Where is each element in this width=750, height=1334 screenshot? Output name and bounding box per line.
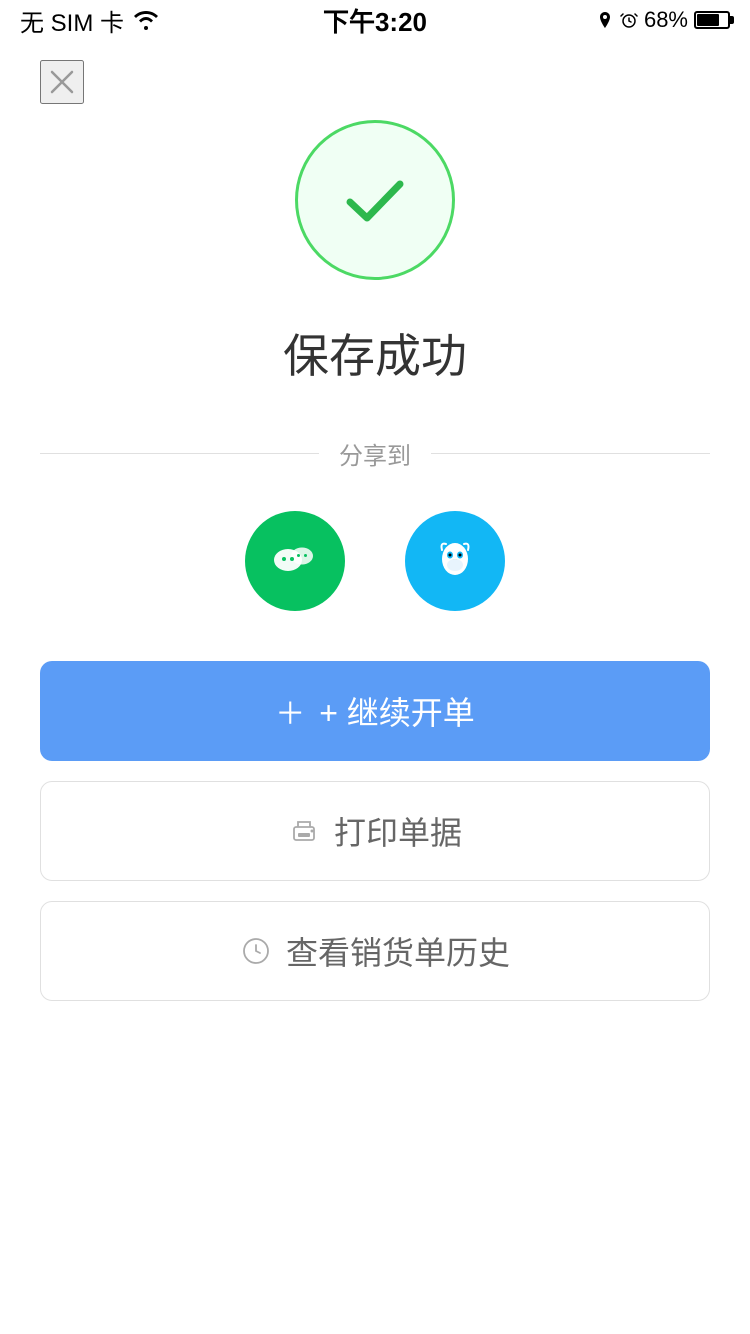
success-title: 保存成功 xyxy=(283,320,467,386)
location-icon xyxy=(596,11,614,29)
print-button[interactable]: 打印单据 xyxy=(40,781,710,881)
alarm-icon xyxy=(620,11,638,29)
share-icons xyxy=(245,511,505,611)
history-icon xyxy=(240,935,272,967)
continue-order-button[interactable]: ＋ + 继续开单 xyxy=(40,661,710,761)
action-buttons: ＋ + 继续开单 打印单据 查看销货单历史 xyxy=(40,661,710,1001)
status-left: 无 SIM 卡 xyxy=(20,3,160,38)
share-section: 分享到 xyxy=(40,436,710,611)
continue-order-label: + 继续开单 xyxy=(319,688,475,734)
divider-right xyxy=(431,453,710,454)
battery-text: 68% xyxy=(644,7,688,33)
divider-row: 分享到 xyxy=(40,436,710,471)
history-label: 查看销货单历史 xyxy=(286,928,510,974)
print-label: 打印单据 xyxy=(334,808,462,854)
plus-icon: ＋ xyxy=(275,689,305,733)
divider-left xyxy=(40,453,319,454)
status-bar: 无 SIM 卡 下午3:20 68% xyxy=(0,0,750,40)
checkmark-icon xyxy=(335,160,415,240)
wechat-share-button[interactable] xyxy=(245,511,345,611)
no-sim-text: 无 SIM 卡 xyxy=(20,3,124,38)
success-icon-circle xyxy=(295,120,455,280)
history-button[interactable]: 查看销货单历史 xyxy=(40,901,710,1001)
print-icon xyxy=(288,815,320,847)
battery-icon xyxy=(694,11,730,29)
status-time: 下午3:20 xyxy=(323,2,427,39)
wifi-icon xyxy=(132,10,160,30)
main-content: 保存成功 分享到 xyxy=(0,40,750,1334)
wechat-icon xyxy=(266,532,324,590)
qq-share-button[interactable] xyxy=(405,511,505,611)
qq-icon xyxy=(426,532,484,590)
close-button[interactable] xyxy=(40,60,84,104)
divider-label: 分享到 xyxy=(339,436,411,471)
status-right: 68% xyxy=(596,7,730,33)
